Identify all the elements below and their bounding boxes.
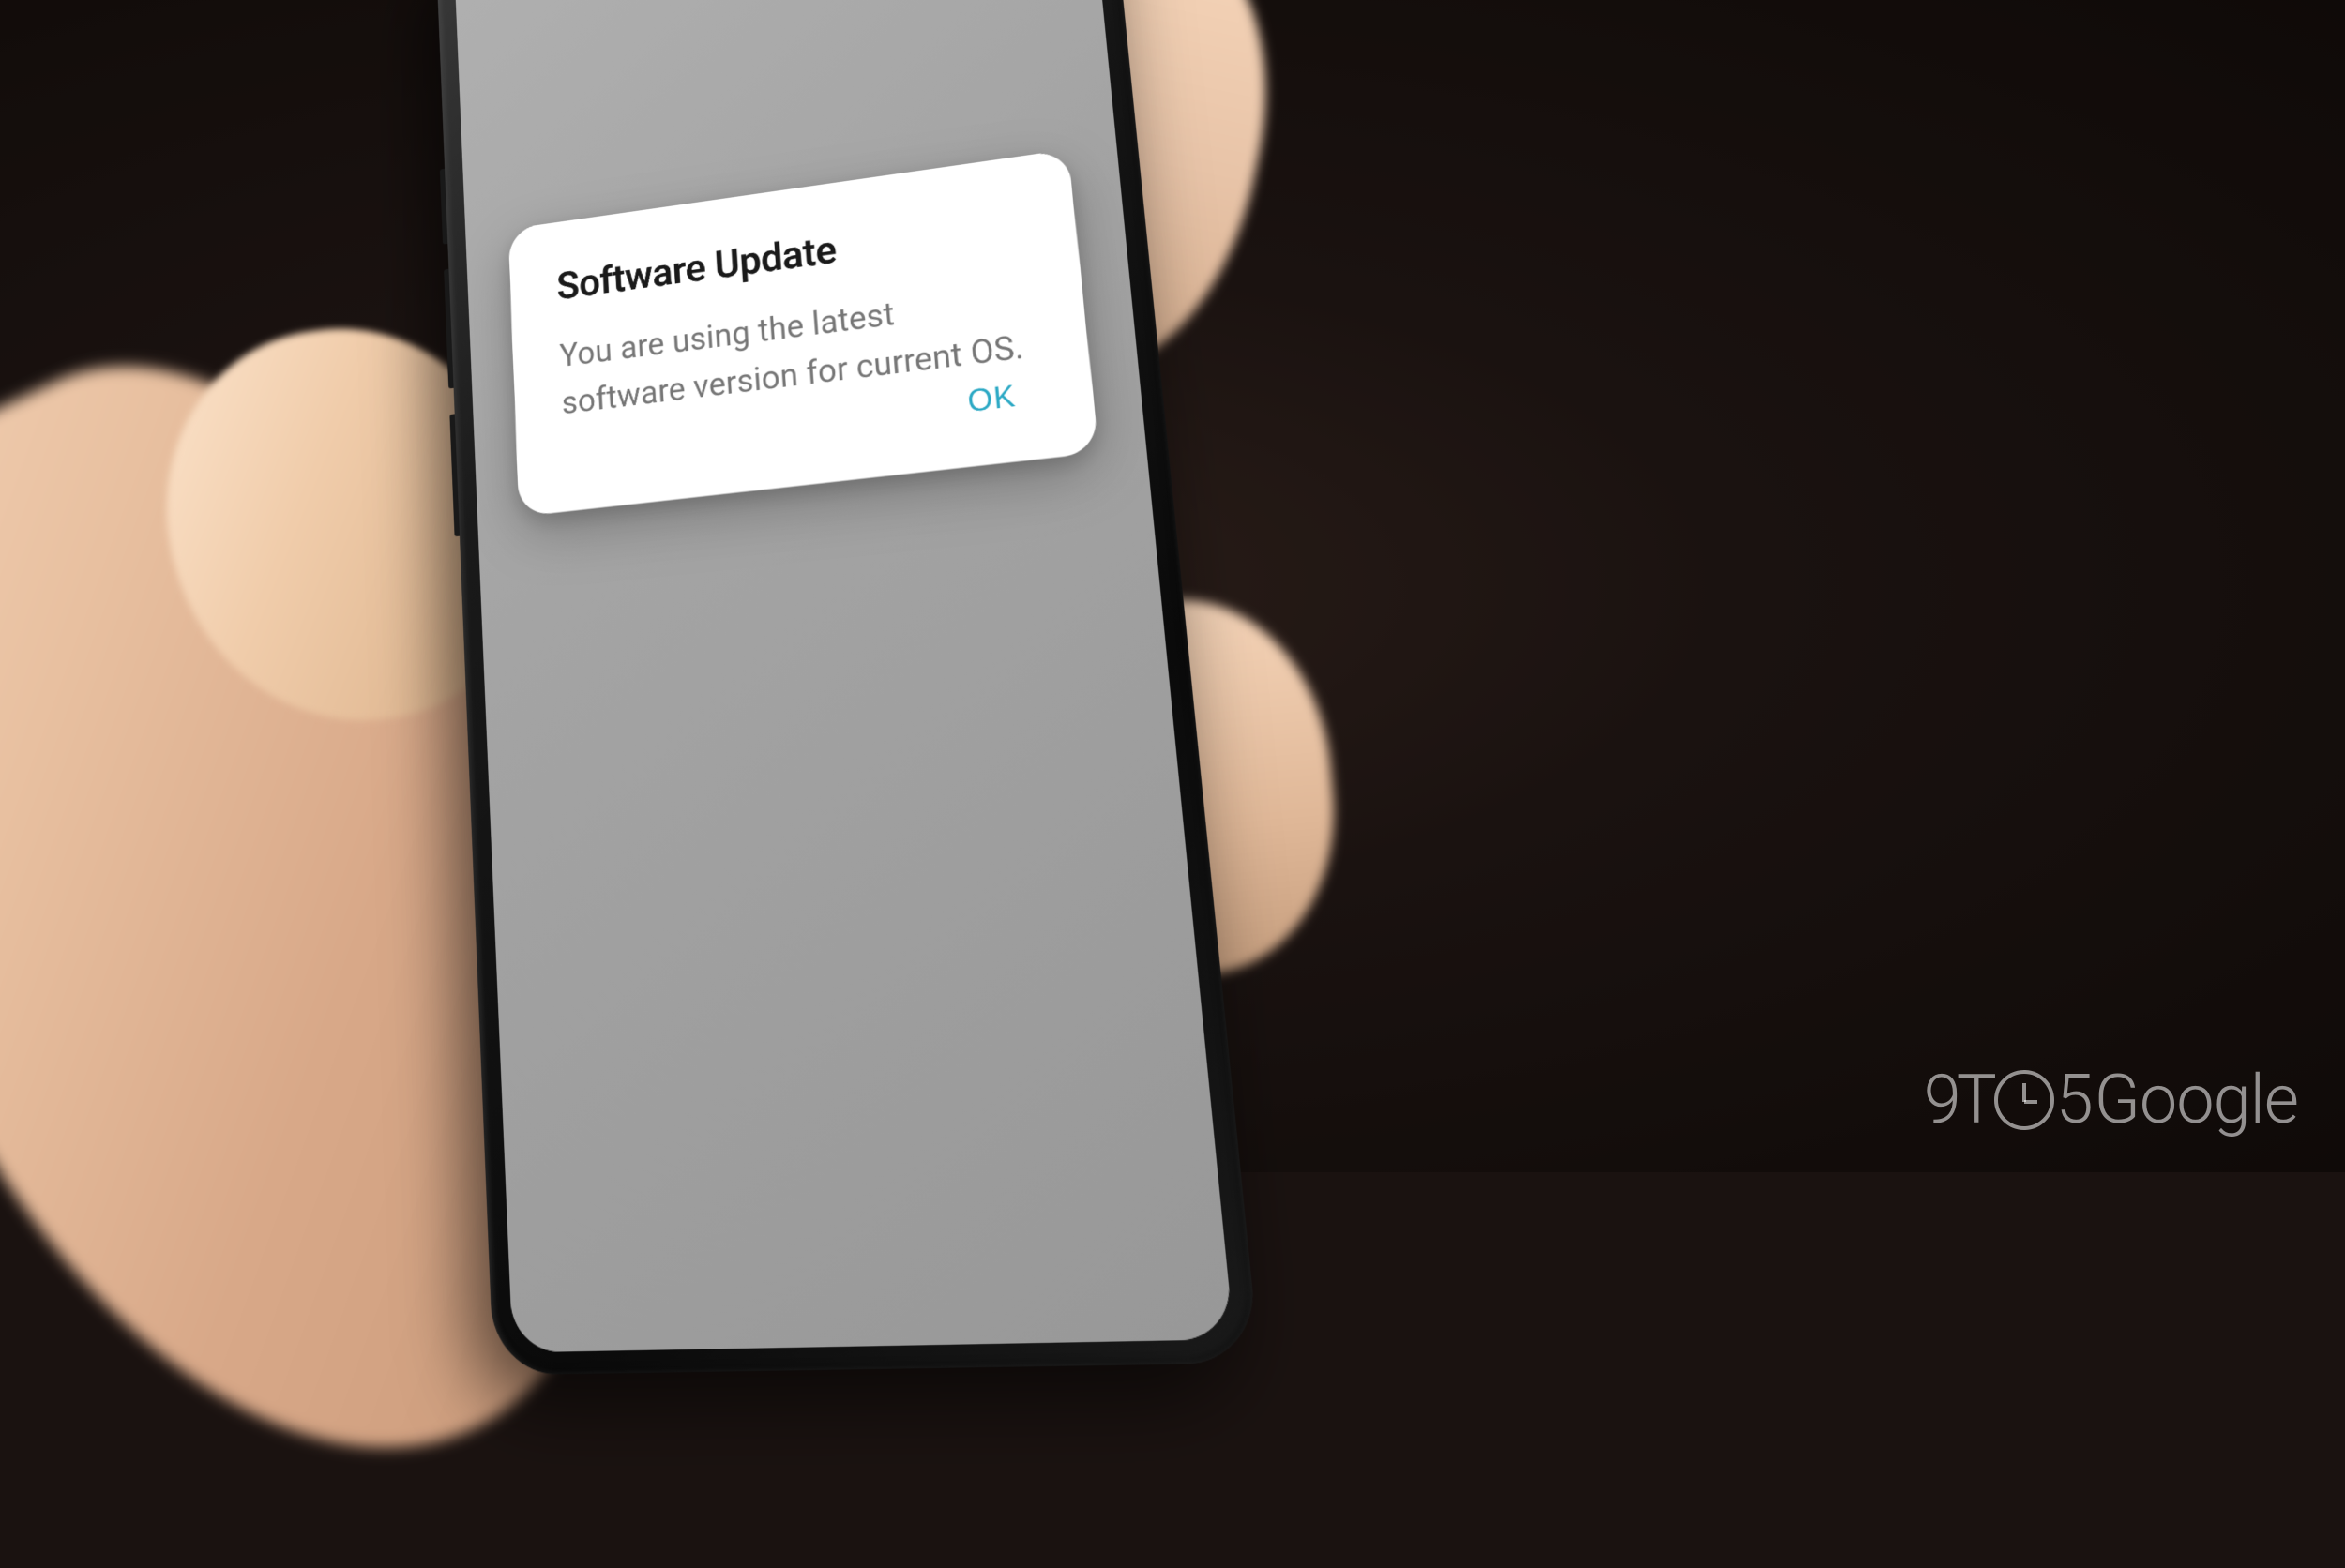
phone-screen: Software Update You are using the latest… bbox=[454, 0, 1234, 1352]
phone-bezel: Software Update You are using the latest… bbox=[435, 0, 1260, 1375]
screen-background: Software Update You are using the latest… bbox=[454, 0, 1234, 1352]
watermark-google: Google bbox=[2095, 1060, 2298, 1139]
watermark-5: 5 bbox=[2056, 1060, 2093, 1139]
ok-button[interactable]: OK bbox=[946, 367, 1037, 431]
software-update-dialog: Software Update You are using the latest… bbox=[508, 149, 1099, 517]
smartphone-device: Software Update You are using the latest… bbox=[435, 0, 1260, 1375]
photo-scene: Software Update You are using the latest… bbox=[0, 0, 2345, 1172]
dialog-actions: OK bbox=[946, 367, 1037, 431]
clock-icon bbox=[1994, 1070, 2054, 1130]
watermark-9: 9 bbox=[1924, 1060, 1960, 1139]
watermark-logo: 9 T 5 Google bbox=[1924, 1060, 2298, 1139]
watermark-t: T bbox=[1957, 1060, 1996, 1139]
